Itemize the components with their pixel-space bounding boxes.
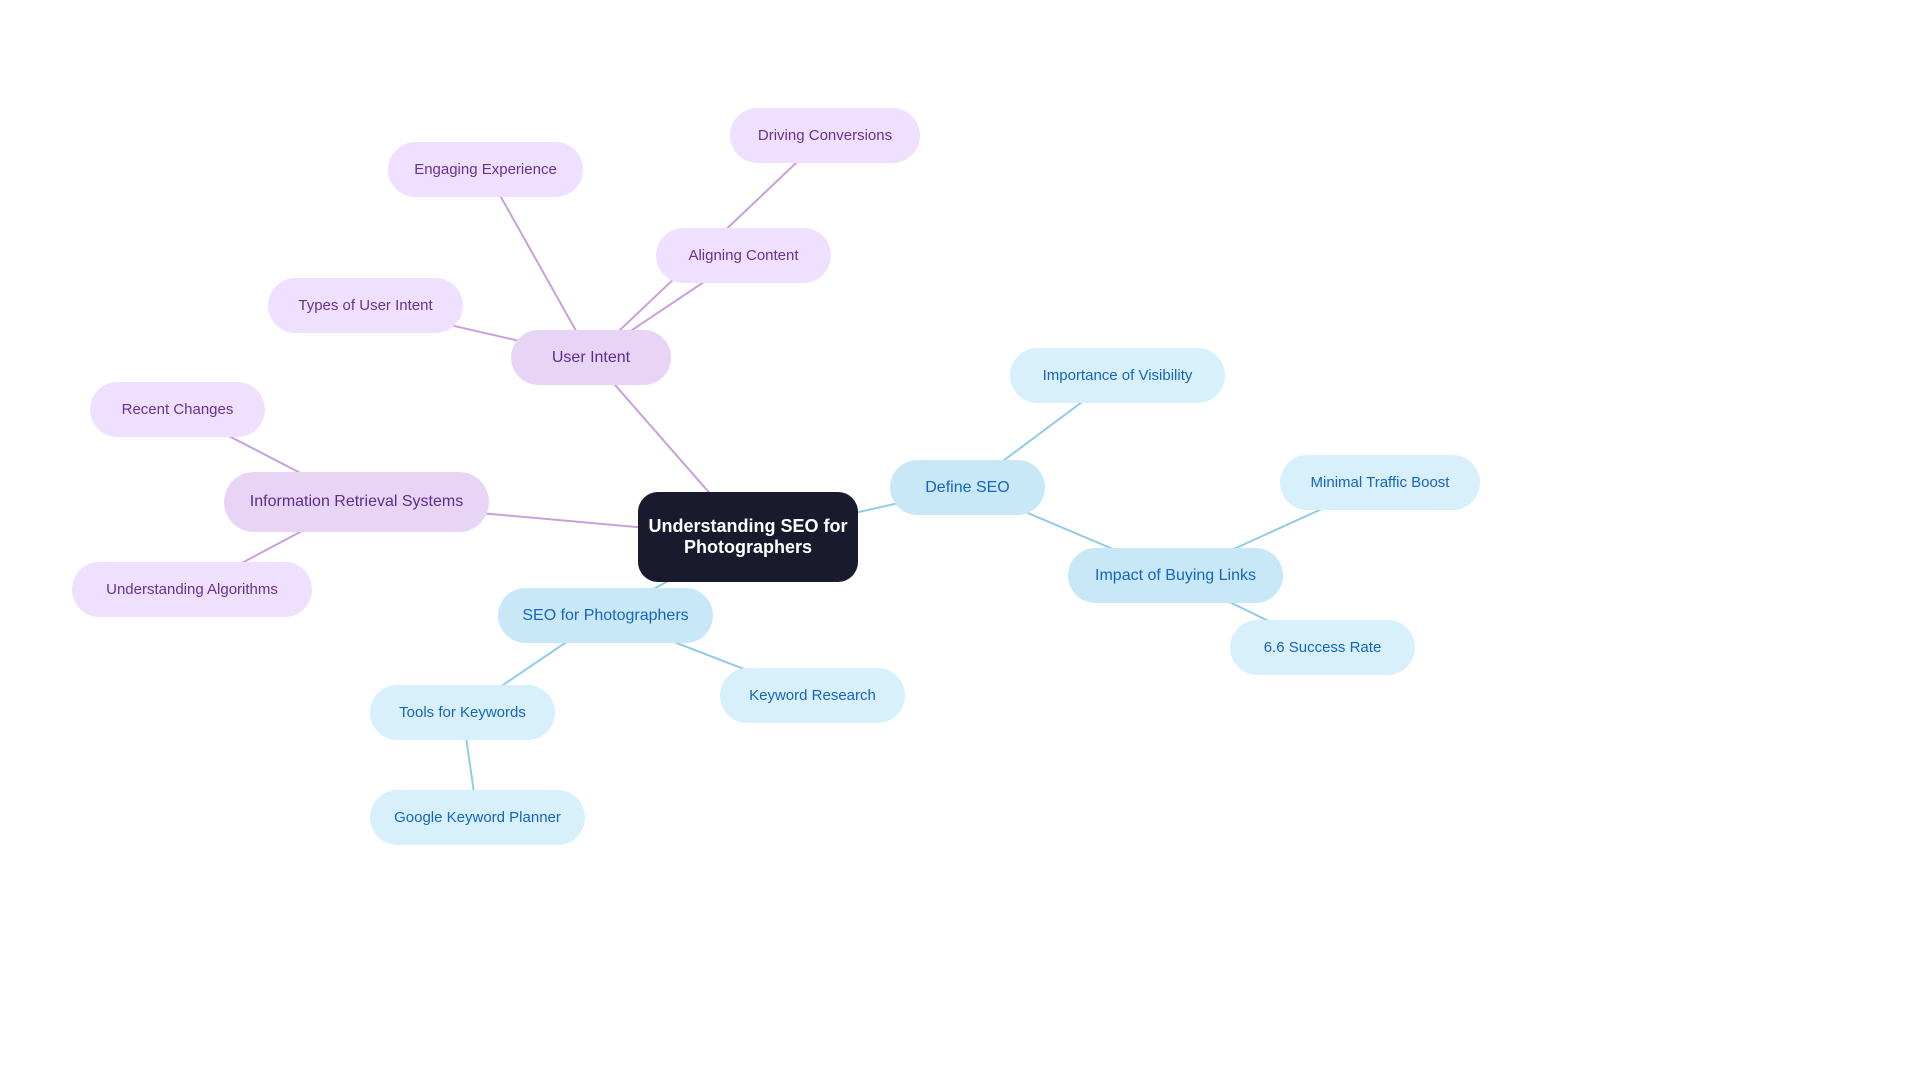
keyword-research-label: Keyword Research <box>749 687 876 704</box>
success-rate-node[interactable]: 6.6 Success Rate <box>1230 620 1415 675</box>
recent-changes-label: Recent Changes <box>122 401 234 418</box>
minimal-traffic-boost-label: Minimal Traffic Boost <box>1311 474 1450 491</box>
impact-buying-links-node[interactable]: Impact of Buying Links <box>1068 548 1283 603</box>
importance-visibility-label: Importance of Visibility <box>1043 367 1193 384</box>
engaging-experience-node[interactable]: Engaging Experience <box>388 142 583 197</box>
seo-photographers-node[interactable]: SEO for Photographers <box>498 588 713 643</box>
define-seo-node[interactable]: Define SEO <box>890 460 1045 515</box>
understanding-algorithms-label: Understanding Algorithms <box>106 581 278 598</box>
info-retrieval-label: Information Retrieval Systems <box>250 493 463 511</box>
aligning-content-label: Aligning Content <box>688 247 798 264</box>
minimal-traffic-boost-node[interactable]: Minimal Traffic Boost <box>1280 455 1480 510</box>
success-rate-label: 6.6 Success Rate <box>1264 639 1382 656</box>
tools-keywords-label: Tools for Keywords <box>399 704 526 721</box>
seo-photographers-label: SEO for Photographers <box>522 607 688 625</box>
keyword-research-node[interactable]: Keyword Research <box>720 668 905 723</box>
understanding-algorithms-node[interactable]: Understanding Algorithms <box>72 562 312 617</box>
types-user-intent-node[interactable]: Types of User Intent <box>268 278 463 333</box>
impact-buying-links-label: Impact of Buying Links <box>1095 567 1256 585</box>
aligning-content-node[interactable]: Aligning Content <box>656 228 831 283</box>
recent-changes-node[interactable]: Recent Changes <box>90 382 265 437</box>
driving-conversions-node[interactable]: Driving Conversions <box>730 108 920 163</box>
google-keyword-planner-label: Google Keyword Planner <box>394 809 561 826</box>
types-user-intent-label: Types of User Intent <box>298 297 432 314</box>
user-intent-node[interactable]: User Intent <box>511 330 671 385</box>
center-node-label: Understanding SEO for Photographers <box>648 516 847 558</box>
info-retrieval-node[interactable]: Information Retrieval Systems <box>224 472 489 532</box>
define-seo-label: Define SEO <box>925 479 1009 497</box>
engaging-experience-label: Engaging Experience <box>414 161 557 178</box>
user-intent-label: User Intent <box>552 349 630 367</box>
driving-conversions-label: Driving Conversions <box>758 127 892 144</box>
tools-keywords-node[interactable]: Tools for Keywords <box>370 685 555 740</box>
center-node[interactable]: Understanding SEO for Photographers <box>638 492 858 582</box>
google-keyword-planner-node[interactable]: Google Keyword Planner <box>370 790 585 845</box>
importance-visibility-node[interactable]: Importance of Visibility <box>1010 348 1225 403</box>
